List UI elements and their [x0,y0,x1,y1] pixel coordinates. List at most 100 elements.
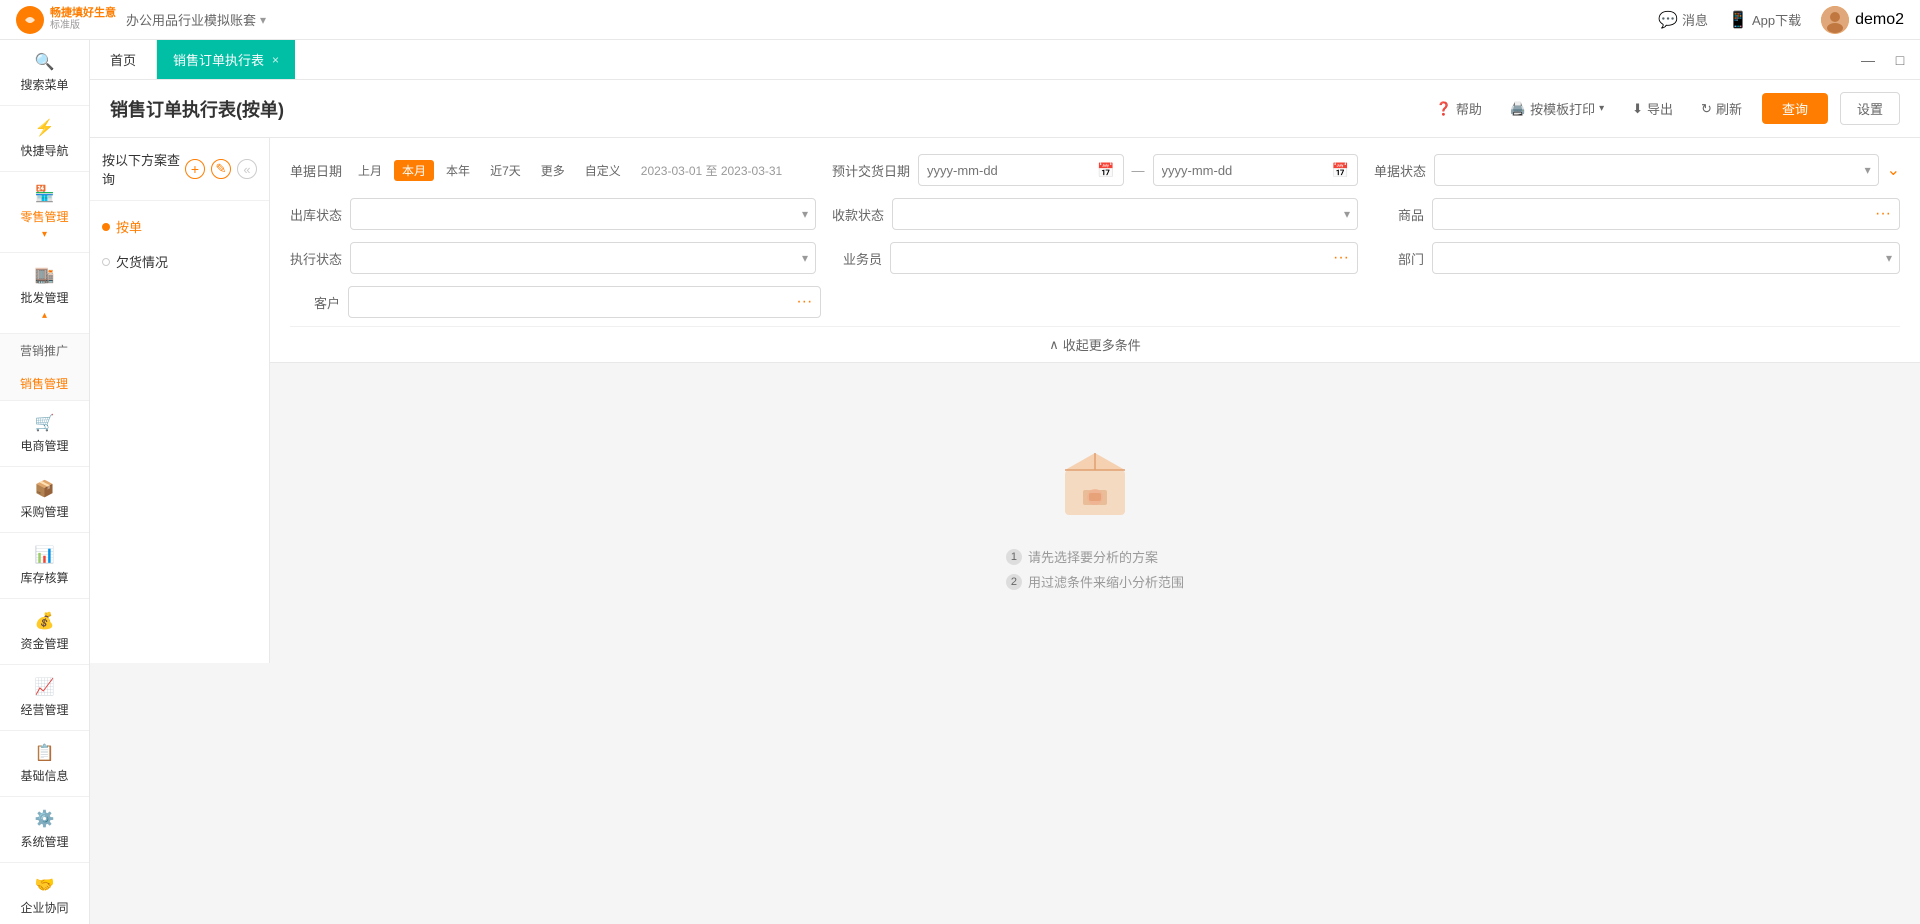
sidebar-item-basic[interactable]: 📋 基础信息 [0,731,89,797]
top-bar-right: 💬 消息 📱 App下载 demo2 [1658,6,1904,34]
sidebar-item-retail[interactable]: 🏪 零售管理 ▾ [0,172,89,253]
filter-row-4: 客户 ··· [290,286,1900,318]
message-icon: 💬 [1658,10,1678,30]
status-expand-icon[interactable]: ⌄ [1887,160,1900,180]
operations-icon: 📈 [35,677,55,697]
department-select-wrapper[interactable]: ▾ [1432,242,1900,274]
tab-maximize-button[interactable]: □ [1888,48,1912,72]
goods-label: 商品 [1374,205,1424,224]
execution-select-wrapper[interactable]: ▾ [350,242,816,274]
wholesale-icon: 🏬 [35,265,55,285]
print-icon: 🖨️ [1510,101,1526,117]
execution-select[interactable] [350,242,816,274]
sidebar-item-system[interactable]: ⚙️ 系统管理 [0,797,89,863]
shipment-select-wrapper[interactable]: ▾ [350,198,816,230]
salesperson-ellipsis[interactable]: ··· [1333,249,1349,267]
system-icon: ⚙️ [35,809,55,829]
sidebar-item-wholesale[interactable]: 🏬 批发管理 ▴ [0,253,89,334]
date-tab-thismonth[interactable]: 本月 [394,160,434,181]
scheme-collapse-button[interactable]: « [237,159,257,179]
sidebar-item-purchase[interactable]: 📦 采购管理 [0,467,89,533]
sidebar-item-operations[interactable]: 📈 经营管理 [0,665,89,731]
expected-date-end-wrapper: 📅 [1153,154,1359,186]
sidebar-item-cooperation[interactable]: 🤝 企业协同 [0,863,89,924]
avatar [1821,6,1849,34]
page-header-actions: ❓ 帮助 🖨️ 按模板打印 ▾ ⬇ 导出 ↻ 刷新 [1428,92,1900,125]
sidebar-item-sales[interactable]: 销售管理 [0,367,89,400]
scheme-edit-button[interactable]: ✎ [211,159,231,179]
customer-filter-group: 客户 ··· [290,286,821,318]
sidebar-item-quicknav[interactable]: ⚡ 快捷导航 [0,106,89,172]
scheme-add-button[interactable]: + [185,159,205,179]
app-download-button[interactable]: 📱 App下载 [1728,10,1801,30]
status-select[interactable] [1434,154,1879,186]
settings-button[interactable]: 设置 [1840,92,1900,125]
expected-date-end-input[interactable] [1162,163,1328,178]
sidebar-item-search[interactable]: 🔍 搜索菜单 [0,40,89,106]
date-range-text: 2023-03-01 至 2023-03-31 [641,162,782,179]
empty-tips: 1 请先选择要分析的方案 2 用过滤条件来缩小分析范围 [1006,547,1184,591]
page-content: 销售订单执行表(按单) ❓ 帮助 🖨️ 按模板打印 ▾ ⬇ 导出 [90,80,1920,924]
date-tab-7days[interactable]: 近7天 [482,160,529,181]
finance-icon: 💰 [35,611,55,631]
breadcrumb[interactable]: 办公用品行业模拟账套 ▾ [126,10,266,29]
scheme-item-1[interactable]: 欠货情况 [90,244,269,279]
scheme-item-0[interactable]: 按单 [90,209,269,244]
sidebar-item-ecommerce[interactable]: 🛒 电商管理 [0,401,89,467]
salesperson-input-wrapper[interactable]: ··· [890,242,1358,274]
search-icon: 🔍 [35,52,55,72]
print-button[interactable]: 🖨️ 按模板打印 ▾ [1502,95,1612,122]
content-wrapper: 按以下方案查询 + ✎ « [90,138,1920,663]
logo-area[interactable]: 畅捷填好生意 标准版 [16,6,116,34]
filter-row-1: 单据日期 上月 本月 本年 近7天 更多 自定义 2023-03-01 至 20… [290,154,1900,186]
customer-ellipsis[interactable]: ··· [796,293,812,311]
filter-row-3: 执行状态 ▾ 业务员 [290,242,1900,274]
execution-label: 执行状态 [290,249,342,268]
status-filter-group: 单据状态 ▾ ⌄ [1374,154,1900,186]
collapse-bar[interactable]: ∧ 收起更多条件 [290,326,1900,362]
app-download-icon: 📱 [1728,10,1748,30]
tab-close-icon[interactable]: × [272,53,279,67]
shipment-select[interactable] [350,198,816,230]
sidebar-item-marketing[interactable]: 营销推广 [0,334,89,367]
export-button[interactable]: ⬇ 导出 [1624,95,1681,122]
expected-date-start-input[interactable] [927,163,1093,178]
execution-filter-group: 执行状态 ▾ [290,242,816,274]
quicknav-icon: ⚡ [35,118,55,138]
goods-ellipsis[interactable]: ··· [1875,205,1891,223]
date-tab-thisyear[interactable]: 本年 [438,160,478,181]
tip-num-1: 1 [1006,549,1022,565]
goods-input-wrapper[interactable]: ··· [1432,198,1900,230]
tab-home[interactable]: 首页 [90,40,157,79]
refresh-button[interactable]: ↻ 刷新 [1693,95,1750,122]
goods-filter-group: 商品 ··· [1374,198,1900,230]
top-bar: 畅捷填好生意 标准版 办公用品行业模拟账套 ▾ 💬 消息 📱 App下载 [0,0,1920,40]
date-label: 单据日期 [290,161,342,180]
collection-select[interactable] [892,198,1358,230]
message-button[interactable]: 💬 消息 [1658,10,1708,30]
department-select[interactable] [1432,242,1900,274]
scheme-header: 按以下方案查询 + ✎ « [90,138,269,201]
date-tab-lastmonth[interactable]: 上月 [350,160,390,181]
refresh-icon: ↻ [1701,101,1712,117]
date-tab-custom[interactable]: 自定义 [577,160,629,181]
minimize-icon: — [1861,52,1875,68]
print-arrow-icon: ▾ [1599,103,1604,114]
tab-minimize-button[interactable]: — [1856,48,1880,72]
date-tab-more[interactable]: 更多 [533,160,573,181]
sidebar-item-finance[interactable]: 💰 资金管理 [0,599,89,665]
query-button[interactable]: 查询 [1762,93,1828,124]
user-info[interactable]: demo2 [1821,6,1904,34]
customer-input-wrapper[interactable]: ··· [348,286,821,318]
empty-state: 1 请先选择要分析的方案 2 用过滤条件来缩小分析范围 [1006,435,1184,591]
calendar-icon-end: 📅 [1332,162,1349,179]
tip-num-2: 2 [1006,574,1022,590]
collection-select-wrapper[interactable]: ▾ [892,198,1358,230]
help-button[interactable]: ❓ 帮助 [1428,95,1490,122]
collapse-label: 收起更多条件 [1063,335,1141,354]
cooperation-icon: 🤝 [35,875,55,895]
tab-active-sales[interactable]: 销售订单执行表 × [157,40,295,79]
status-select-wrapper[interactable]: ▾ [1434,154,1879,186]
sidebar-item-inventory[interactable]: 📊 库存核算 [0,533,89,599]
tab-bar-actions: — □ [1856,40,1920,79]
